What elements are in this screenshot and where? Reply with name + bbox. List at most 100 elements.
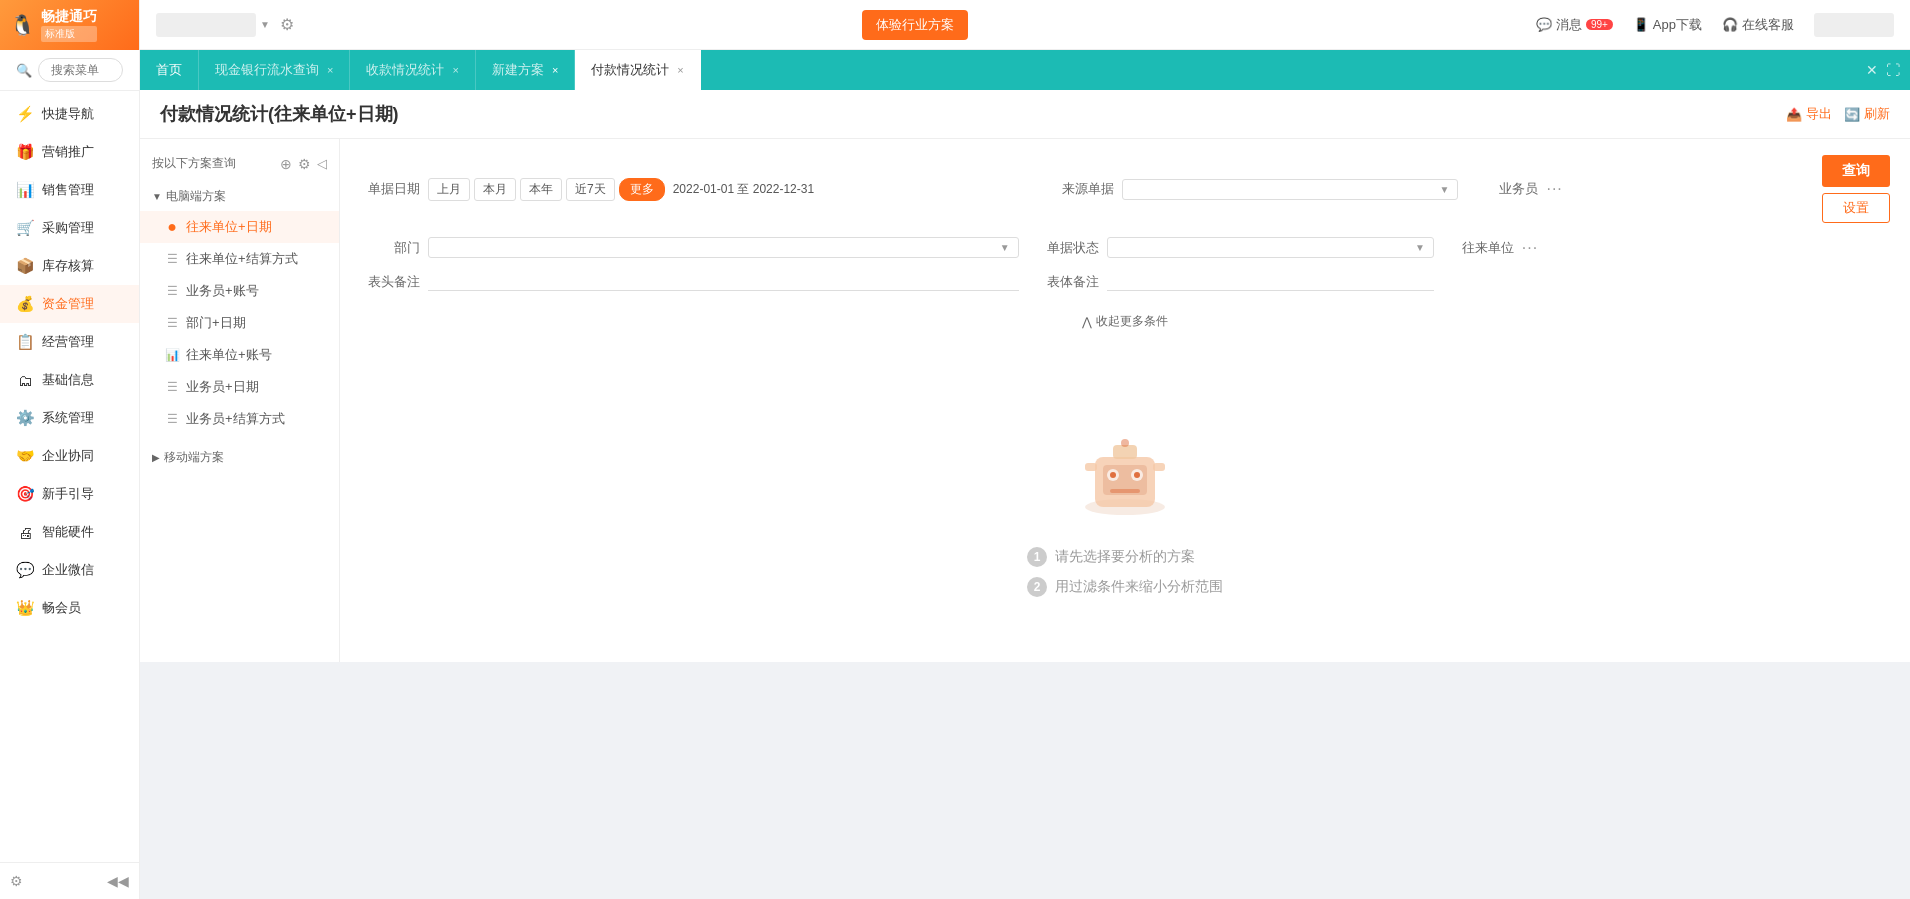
department-select[interactable]: ▼ <box>428 237 1019 258</box>
scheme-item-dept-date[interactable]: ☰ 部门+日期 <box>140 307 339 339</box>
tab-bank-close[interactable]: × <box>327 64 333 76</box>
date-btn-this-month[interactable]: 本月 <box>474 178 516 201</box>
sidebar: 🐧 畅捷通巧 标准版 🔍 ⚡ 快捷导航 🎁 营销推广 📊 销售管理 🛒 采购管理… <box>0 0 140 899</box>
scheme-group-desktop-header[interactable]: ▼ 电脑端方案 <box>140 182 339 211</box>
scheme-header: 按以下方案查询 ⊕ ⚙ ◁ <box>140 149 339 178</box>
tabs-expand-icon[interactable]: ⛶ <box>1886 62 1900 78</box>
operation-icon: 📋 <box>16 333 34 351</box>
scheme-group-desktop: ▼ 电脑端方案 ● 往来单位+日期 ☰ 往来单位+结算方式 ☰ 业务员+账号 <box>140 182 339 435</box>
user-dropdown-icon[interactable]: ▼ <box>260 19 270 30</box>
scheme-item-staff-settle[interactable]: ☰ 业务员+结算方式 <box>140 403 339 435</box>
online-service-label: 在线客服 <box>1742 16 1794 34</box>
sidebar-item-inventory[interactable]: 📦 库存核算 <box>0 247 139 285</box>
scheme-item-unit-settle[interactable]: ☰ 往来单位+结算方式 <box>140 243 339 275</box>
tab-receipt[interactable]: 收款情况统计 × <box>350 50 475 90</box>
sidebar-item-weixin[interactable]: 💬 企业微信 <box>0 551 139 589</box>
empty-state: 1 请先选择要分析的方案 2 用过滤条件来缩小分析范围 <box>340 362 1910 662</box>
scheme-item-label: 往来单位+账号 <box>186 346 272 364</box>
date-btn-7days[interactable]: 近7天 <box>566 178 615 201</box>
scheme-item-label: 业务员+账号 <box>186 282 259 300</box>
scheme-header-label: 按以下方案查询 <box>152 155 236 172</box>
refresh-btn[interactable]: 🔄 刷新 <box>1844 105 1890 123</box>
tab-new-scheme-close[interactable]: × <box>552 64 558 76</box>
filter-salesperson: 业务员 ··· <box>1478 180 1802 198</box>
scheme-group-mobile-header[interactable]: ▶ 移动端方案 <box>140 443 339 472</box>
date-btn-last-month[interactable]: 上月 <box>428 178 470 201</box>
topbar-gear-icon[interactable]: ⚙ <box>280 15 294 34</box>
refresh-icon: 🔄 <box>1844 107 1860 122</box>
filter-table-header-note: 表头备注 <box>360 272 1019 291</box>
scheme-settings-icon[interactable]: ⚙ <box>298 156 311 172</box>
tabs-bar: 首页 现金银行流水查询 × 收款情况统计 × 新建方案 × 付款情况统计 × ✕… <box>140 50 1910 90</box>
related-unit-dots-btn[interactable]: ··· <box>1522 239 1538 257</box>
scheme-sidebar: 按以下方案查询 ⊕ ⚙ ◁ ▼ 电脑端方案 ● 往来单位+日期 <box>140 139 340 662</box>
sidebar-menu: ⚡ 快捷导航 🎁 营销推广 📊 销售管理 🛒 采购管理 📦 库存核算 💰 资金管… <box>0 91 139 862</box>
sidebar-item-quicknav[interactable]: ⚡ 快捷导航 <box>0 95 139 133</box>
online-service-btn[interactable]: 🎧 在线客服 <box>1722 16 1794 34</box>
app-name: 畅捷通巧 <box>41 8 97 26</box>
collapse-sidebar-btn[interactable]: ◀◀ <box>107 873 129 889</box>
table-body-note-label: 表体备注 <box>1039 273 1099 291</box>
scheme-item-unit-date[interactable]: ● 往来单位+日期 <box>140 211 339 243</box>
sidebar-item-purchase[interactable]: 🛒 采购管理 <box>0 209 139 247</box>
tabs-close-all-icon[interactable]: ✕ <box>1866 62 1878 78</box>
filter-row-2: 部门 ▼ 单据状态 ▼ <box>360 237 1890 258</box>
table-body-note-input[interactable] <box>1107 272 1434 291</box>
source-voucher-dropdown-icon: ▼ <box>1440 184 1450 195</box>
scheme-collapse-btn[interactable]: ◁ <box>317 156 327 172</box>
trial-btn[interactable]: 体验行业方案 <box>862 10 968 40</box>
sidebar-item-enterprise[interactable]: 🤝 企业协同 <box>0 437 139 475</box>
date-btn-more[interactable]: 更多 <box>619 178 665 201</box>
scheme-header-actions: ⊕ ⚙ ◁ <box>280 156 327 172</box>
sidebar-item-finance[interactable]: 💰 资金管理 <box>0 285 139 323</box>
tab-bank[interactable]: 现金银行流水查询 × <box>199 50 350 90</box>
quicknav-icon: ⚡ <box>16 105 34 123</box>
settings-footer-icon[interactable]: ⚙ <box>10 873 23 889</box>
tab-home[interactable]: 首页 <box>140 50 199 90</box>
sidebar-item-system[interactable]: ⚙️ 系统管理 <box>0 399 139 437</box>
sidebar-item-hardware[interactable]: 🖨 智能硬件 <box>0 513 139 551</box>
tab-payment-close[interactable]: × <box>677 64 683 76</box>
sidebar-item-member[interactable]: 👑 畅会员 <box>0 589 139 627</box>
empty-hint-2-text: 用过滤条件来缩小分析范围 <box>1055 578 1223 596</box>
sidebar-item-label: 快捷导航 <box>42 105 94 123</box>
sidebar-item-operation[interactable]: 📋 经营管理 <box>0 323 139 361</box>
scheme-item-unit-account[interactable]: 📊 往来单位+账号 <box>140 339 339 371</box>
filter-department: 部门 ▼ <box>360 237 1019 258</box>
settings-btn[interactable]: 设置 <box>1822 193 1890 223</box>
headset-icon: 🎧 <box>1722 17 1738 32</box>
scheme-item-staff-account[interactable]: ☰ 业务员+账号 <box>140 275 339 307</box>
refresh-label: 刷新 <box>1864 105 1890 123</box>
scheme-item-label: 业务员+结算方式 <box>186 410 285 428</box>
scheme-add-icon[interactable]: ⊕ <box>280 156 292 172</box>
sidebar-item-marketing[interactable]: 🎁 营销推广 <box>0 133 139 171</box>
scheme-item-staff-date[interactable]: ☰ 业务员+日期 <box>140 371 339 403</box>
tab-new-scheme[interactable]: 新建方案 × <box>476 50 575 90</box>
search-bar: 🔍 <box>0 50 139 91</box>
query-btn[interactable]: 查询 <box>1822 155 1890 187</box>
date-range-display: 2022-01-01 至 2022-12-31 <box>673 181 814 198</box>
sidebar-item-basic[interactable]: 🗂 基础信息 <box>0 361 139 399</box>
enterprise-icon: 🤝 <box>16 447 34 465</box>
filter-source-voucher: 来源单据 ▼ <box>1054 179 1458 200</box>
tab-payment[interactable]: 付款情况统计 × <box>575 50 700 90</box>
sidebar-item-label: 库存核算 <box>42 257 94 275</box>
collapse-more-btn[interactable]: ⋀ 收起更多条件 <box>360 305 1890 338</box>
scheme-group-mobile-arrow-icon: ▶ <box>152 452 160 463</box>
search-input[interactable] <box>38 58 123 82</box>
svg-rect-10 <box>1113 445 1137 459</box>
voucher-status-select[interactable]: ▼ <box>1107 237 1434 258</box>
export-btn[interactable]: 📤 导出 <box>1786 105 1832 123</box>
tab-receipt-close[interactable]: × <box>452 64 458 76</box>
messages-btn[interactable]: 💬 消息 99+ <box>1536 16 1613 34</box>
finance-icon: 💰 <box>16 295 34 313</box>
sidebar-item-newbie[interactable]: 🎯 新手引导 <box>0 475 139 513</box>
sidebar-item-sales[interactable]: 📊 销售管理 <box>0 171 139 209</box>
salesperson-dots-btn[interactable]: ··· <box>1546 180 1562 198</box>
voucher-date-label: 单据日期 <box>360 180 420 198</box>
app-download-btn[interactable]: 📱 App下载 <box>1633 16 1702 34</box>
page-header: 付款情况统计(往来单位+日期) 📤 导出 🔄 刷新 <box>140 90 1910 139</box>
table-header-note-input[interactable] <box>428 272 1019 291</box>
source-voucher-select[interactable]: ▼ <box>1122 179 1458 200</box>
date-btn-this-year[interactable]: 本年 <box>520 178 562 201</box>
